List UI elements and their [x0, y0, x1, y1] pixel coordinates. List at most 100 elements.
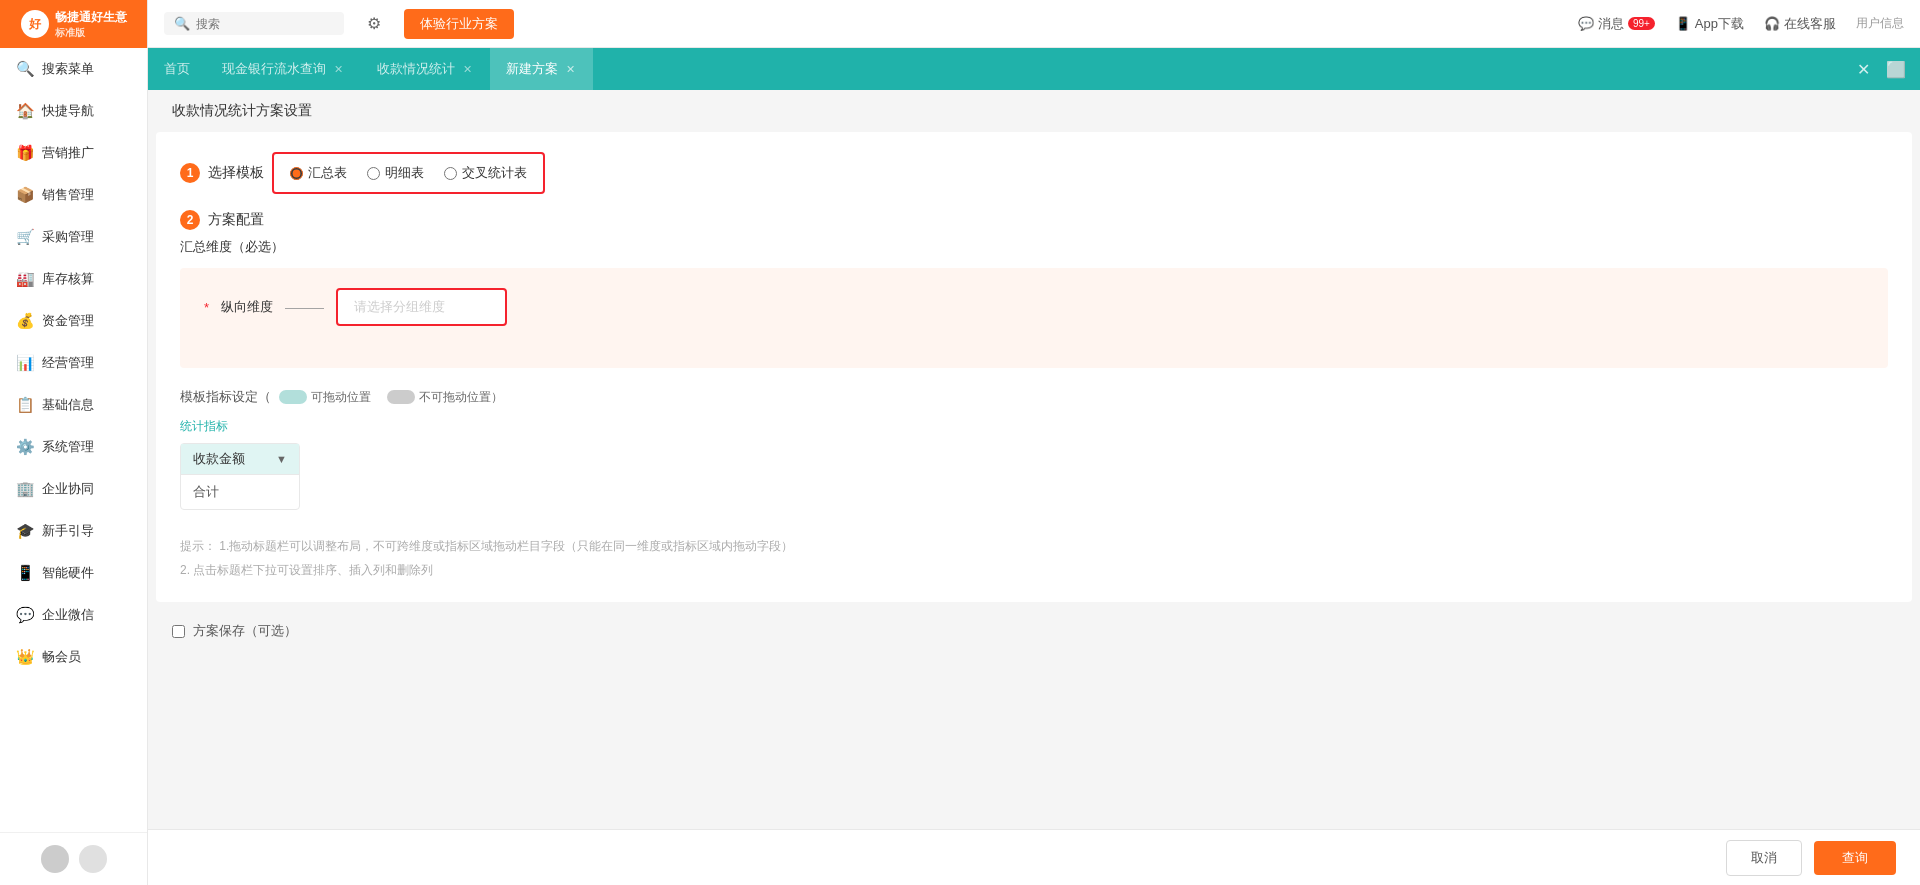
main-area: 🔍 ⚙ 体验行业方案 💬 消息 99+ 📱 App下载 🎧 在线客服 用户信息 … — [148, 0, 1920, 885]
marketing-icon: 🎁 — [16, 144, 34, 162]
tips-section: 提示： 1.拖动标题栏可以调整布局，不可跨维度或指标区域拖动栏目字段（只能在同一… — [180, 534, 1888, 582]
radio-cross-label: 交叉统计表 — [462, 164, 527, 182]
sidebar-item-enterprise[interactable]: 🏢 企业协同 — [0, 468, 147, 510]
sidebar-item-label: 采购管理 — [42, 228, 94, 246]
sidebar-item-label: 快捷导航 — [42, 102, 94, 120]
stats-area: 统计指标 收款金额 ▼ 合计 — [180, 418, 1888, 510]
tab-minimize-btn[interactable]: ✕ — [1853, 56, 1874, 83]
user-avatar — [41, 845, 69, 873]
sidebar-item-label: 畅会员 — [42, 648, 81, 666]
logo-badge: 标准版 — [55, 26, 127, 40]
settings-button[interactable]: ⚙ — [360, 10, 388, 38]
radio-cross-input[interactable] — [444, 167, 457, 180]
hardware-icon: 📱 — [16, 564, 34, 582]
tab-maximize-btn[interactable]: ⬜ — [1882, 56, 1910, 83]
draggable-label: 可拖动位置 — [311, 389, 371, 406]
tab-home-label: 首页 — [164, 60, 190, 78]
inventory-icon: 🏭 — [16, 270, 34, 288]
sidebar-item-basic-info[interactable]: 📋 基础信息 — [0, 384, 147, 426]
system-icon: ⚙️ — [16, 438, 34, 456]
sidebar-item-hardware[interactable]: 📱 智能硬件 — [0, 552, 147, 594]
user-avatar2 — [79, 845, 107, 873]
stats-dropdown-icon[interactable]: ▼ — [276, 453, 287, 465]
radio-summary[interactable]: 汇总表 — [290, 164, 347, 182]
sidebar-item-quick-nav[interactable]: 🏠 快捷导航 — [0, 90, 147, 132]
radio-detail-input[interactable] — [367, 167, 380, 180]
tab-collection-stats-close[interactable]: ✕ — [461, 61, 474, 78]
search-input[interactable] — [196, 17, 334, 31]
sidebar-item-marketing[interactable]: 🎁 营销推广 — [0, 132, 147, 174]
tab-home[interactable]: 首页 — [148, 48, 206, 90]
dim-select-box[interactable]: 请选择分组维度 — [336, 288, 507, 326]
dim-required-star: * — [204, 300, 209, 315]
save-checkbox[interactable] — [172, 625, 185, 638]
vertical-dim-row: * 纵向维度 ——— 请选择分组维度 — [204, 288, 1864, 326]
sidebar: 好 畅捷通好生意 标准版 🔍 搜索菜单 🏠 快捷导航 🎁 营销推广 📦 销售管理… — [0, 0, 148, 885]
total-label: 合计 — [193, 484, 219, 499]
query-button[interactable]: 查询 — [1814, 841, 1896, 875]
sidebar-item-sales[interactable]: 📦 销售管理 — [0, 174, 147, 216]
sidebar-item-inventory[interactable]: 🏭 库存核算 — [0, 258, 147, 300]
stats-table-header[interactable]: 收款金额 ▼ — [181, 444, 299, 475]
sidebar-item-search-menu[interactable]: 🔍 搜索菜单 — [0, 48, 147, 90]
message-label: 消息 — [1598, 15, 1624, 33]
enterprise-icon: 🏢 — [16, 480, 34, 498]
support-icon: 🎧 — [1764, 16, 1780, 31]
step1-num: 1 — [180, 163, 200, 183]
draggable-dot — [279, 390, 307, 404]
online-support-item[interactable]: 🎧 在线客服 — [1764, 15, 1836, 33]
sidebar-item-guide[interactable]: 🎓 新手引导 — [0, 510, 147, 552]
dimension-title: 汇总维度（必选） — [180, 238, 1888, 256]
tab-bank-flow-label: 现金银行流水查询 — [222, 60, 326, 78]
page-body: 1 选择模板 汇总表 明细表 交叉统计表 — [156, 132, 1912, 602]
tab-new-plan-close[interactable]: ✕ — [564, 61, 577, 78]
fixed-dot — [387, 390, 415, 404]
save-option: 方案保存（可选） — [148, 610, 1920, 652]
radio-summary-input[interactable] — [290, 167, 303, 180]
indicator-settings-label: 模板指标设定（ — [180, 388, 271, 406]
sidebar-item-operation[interactable]: 📊 经营管理 — [0, 342, 147, 384]
wecom-icon: 💬 — [16, 606, 34, 624]
tab-bank-flow[interactable]: 现金银行流水查询 ✕ — [206, 48, 361, 90]
template-radio-group: 汇总表 明细表 交叉统计表 — [272, 152, 545, 194]
sidebar-item-purchase[interactable]: 🛒 采购管理 — [0, 216, 147, 258]
tab-bank-flow-close[interactable]: ✕ — [332, 61, 345, 78]
tabbar: 首页 现金银行流水查询 ✕ 收款情况统计 ✕ 新建方案 ✕ ✕ ⬜ — [148, 48, 1920, 90]
logo: 好 畅捷通好生意 标准版 — [0, 0, 147, 48]
cancel-button[interactable]: 取消 — [1726, 840, 1802, 876]
sidebar-item-wecom[interactable]: 💬 企业微信 — [0, 594, 147, 636]
dimension-area: * 纵向维度 ——— 请选择分组维度 — [180, 268, 1888, 368]
radio-cross[interactable]: 交叉统计表 — [444, 164, 527, 182]
search-box[interactable]: 🔍 — [164, 12, 344, 35]
app-icon: 📱 — [1675, 16, 1691, 31]
tip-2: 2. 点击标题栏下拉可设置排序、插入列和删除列 — [180, 558, 1888, 582]
sidebar-item-label: 营销推广 — [42, 144, 94, 162]
legend-draggable: 可拖动位置 — [279, 389, 371, 406]
sidebar-bottom — [0, 832, 147, 885]
quick-nav-icon: 🏠 — [16, 102, 34, 120]
radio-summary-label: 汇总表 — [308, 164, 347, 182]
purchase-icon: 🛒 — [16, 228, 34, 246]
sidebar-item-label: 销售管理 — [42, 186, 94, 204]
tab-collection-stats-label: 收款情况统计 — [377, 60, 455, 78]
message-item[interactable]: 💬 消息 99+ — [1578, 15, 1655, 33]
dim-select-placeholder: 请选择分组维度 — [354, 299, 445, 314]
tab-collection-stats[interactable]: 收款情况统计 ✕ — [361, 48, 490, 90]
tab-new-plan-label: 新建方案 — [506, 60, 558, 78]
config-section: 汇总维度（必选） * 纵向维度 ——— 请选择分组维度 模板指标 — [180, 238, 1888, 582]
sidebar-item-member[interactable]: 👑 畅会员 — [0, 636, 147, 678]
sidebar-item-label: 新手引导 — [42, 522, 94, 540]
sidebar-item-finance[interactable]: 💰 资金管理 — [0, 300, 147, 342]
logo-icon: 好 — [21, 10, 49, 38]
step2-title: 方案配置 — [208, 211, 264, 229]
radio-detail[interactable]: 明细表 — [367, 164, 424, 182]
search-icon: 🔍 — [174, 16, 190, 31]
topbar-right: 💬 消息 99+ 📱 App下载 🎧 在线客服 用户信息 — [1578, 15, 1904, 33]
legend-fixed: 不可拖动位置） — [387, 389, 503, 406]
sidebar-item-system[interactable]: ⚙️ 系统管理 — [0, 426, 147, 468]
message-badge: 99+ — [1628, 17, 1655, 30]
app-download-item[interactable]: 📱 App下载 — [1675, 15, 1744, 33]
tab-new-plan[interactable]: 新建方案 ✕ — [490, 48, 593, 90]
industry-btn[interactable]: 体验行业方案 — [404, 9, 514, 39]
stats-table-body: 合计 — [181, 475, 299, 509]
